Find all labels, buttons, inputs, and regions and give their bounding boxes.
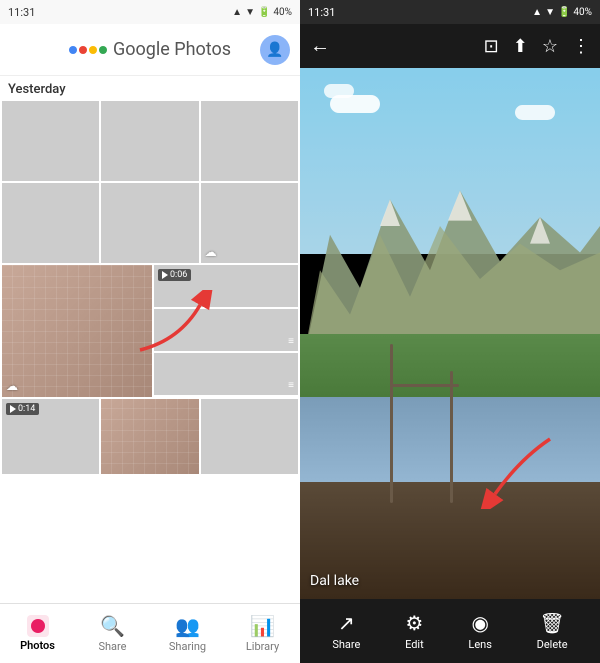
- boat-rail: [390, 344, 393, 503]
- logo-dots: [69, 46, 107, 54]
- boat-rail-2: [450, 371, 453, 504]
- header-right: ← ⊡ ⬆ ☆ ⋮: [300, 24, 600, 68]
- hamburger-icon-2: ≡: [288, 380, 294, 391]
- more-icon[interactable]: ⋮: [572, 36, 590, 57]
- nav-item-photos[interactable]: Photos: [0, 604, 75, 663]
- delete-label: Delete: [537, 638, 568, 651]
- nav-label-search: Share: [98, 640, 126, 653]
- wifi-icon: ▼: [245, 7, 255, 18]
- lens-icon: ◉: [471, 611, 488, 635]
- play-icon: [162, 271, 168, 279]
- row-b: ☁ 0:06 ≡ ≡: [0, 265, 300, 397]
- photo-cell-5[interactable]: [101, 183, 198, 263]
- nav-item-library[interactable]: 📊 Library: [225, 604, 300, 663]
- wifi-icon-right: ▼: [545, 7, 555, 18]
- sharing-nav-icon: 👥: [175, 614, 200, 638]
- photo-cell-lake-1[interactable]: 0:06: [154, 265, 298, 307]
- status-bar-left: 11:31 ▲ ▼ 🔋 40%: [0, 0, 300, 24]
- photo-cell-mountain[interactable]: ≡: [154, 309, 298, 351]
- nav-label-photos: Photos: [20, 639, 55, 652]
- avatar-button[interactable]: 👤: [260, 35, 290, 65]
- right-panel: 11:31 ▲ ▼ 🔋 40% ← ⊡ ⬆ ☆ ⋮: [300, 0, 600, 663]
- toolbar-delete[interactable]: 🗑 Delete: [537, 611, 568, 651]
- battery-percent-right: 40%: [573, 7, 592, 18]
- back-button[interactable]: ←: [310, 35, 330, 58]
- photos-nav-icon: [27, 615, 49, 637]
- photo-cell-1[interactable]: [2, 101, 99, 181]
- status-icons-left: ▲ ▼ 🔋 40%: [232, 7, 292, 18]
- photo-grid: Yesterday ☁ ☁ 0:06: [0, 76, 300, 603]
- logo-dot-green: [99, 46, 107, 54]
- header-left: Google Photos 👤: [0, 24, 300, 76]
- nav-item-sharing[interactable]: 👥 Sharing: [150, 604, 225, 663]
- photo-cell-8[interactable]: [101, 399, 198, 474]
- nav-item-search[interactable]: 🔍 Share: [75, 604, 150, 663]
- share-icon: ↗: [338, 611, 355, 635]
- nav-label-sharing: Sharing: [169, 640, 206, 653]
- hamburger-icon: ≡: [288, 336, 294, 347]
- cloud-icon: ☁: [205, 245, 217, 259]
- signal-icon: ▲: [232, 7, 242, 18]
- nav-bar: Photos 🔍 Share 👥 Sharing 📊 Library: [0, 603, 300, 663]
- photo-view-main[interactable]: Dal lake: [300, 68, 600, 599]
- app-title: Google Photos: [113, 39, 231, 60]
- photo-cell-3[interactable]: [201, 101, 298, 181]
- toolbar-share[interactable]: ↗ Share: [332, 611, 360, 651]
- share-label: Share: [332, 638, 360, 651]
- battery-icon-right: 🔋: [558, 7, 570, 18]
- signal-icon-right: ▲: [532, 7, 542, 18]
- bottom-toolbar: ↗ Share ⚙ Edit ◉ Lens 🗑 Delete: [300, 599, 600, 663]
- lake-photo: [300, 68, 600, 599]
- video-badge-1: 0:06: [158, 269, 191, 281]
- delete-icon: 🗑: [539, 611, 564, 635]
- status-bar-right: 11:31 ▲ ▼ 🔋 40%: [300, 0, 600, 24]
- date-label: Yesterday: [0, 76, 300, 101]
- photo-cell-7[interactable]: 0:14: [2, 399, 99, 474]
- edit-label: Edit: [405, 638, 424, 651]
- status-time-left: 11:31: [8, 6, 35, 19]
- logo-dot-red: [79, 46, 87, 54]
- status-time-right: 11:31: [308, 6, 335, 19]
- photo-label: Dal lake: [310, 573, 359, 589]
- library-nav-icon: 📊: [250, 614, 275, 638]
- lens-label: Lens: [468, 638, 492, 651]
- row-c: 0:14: [0, 399, 300, 476]
- cloud-2: [515, 105, 555, 120]
- left-panel: 11:31 ▲ ▼ 🔋 40% Google Photos 👤 Yesterda…: [0, 0, 300, 663]
- photos-icon-inner: [31, 619, 45, 633]
- boat-rail-h: [390, 384, 459, 387]
- cloud-icon-2: ☁: [6, 379, 18, 393]
- photo-cell-6[interactable]: ☁: [201, 183, 298, 263]
- logo-dot-yellow: [89, 46, 97, 54]
- row-a: [0, 101, 300, 183]
- nav-label-library: Library: [246, 640, 279, 653]
- toolbar-edit[interactable]: ⚙ Edit: [405, 611, 424, 651]
- photo-cell-lake-2[interactable]: ≡: [154, 353, 298, 395]
- star-icon[interactable]: ☆: [542, 36, 558, 57]
- photo-cell-4[interactable]: [2, 183, 99, 263]
- cast-icon[interactable]: ⊡: [484, 36, 499, 57]
- google-photos-logo: Google Photos: [69, 39, 231, 60]
- battery-icon: 🔋: [258, 7, 270, 18]
- status-icons-right: ▲ ▼ 🔋 40%: [532, 7, 592, 18]
- edit-icon: ⚙: [405, 611, 423, 635]
- photo-cell-2[interactable]: [101, 101, 198, 181]
- logo-dot-blue: [69, 46, 77, 54]
- row-a2: ☁: [0, 183, 300, 265]
- video-badge-2: 0:14: [6, 403, 39, 415]
- header-action-icons: ⊡ ⬆ ☆ ⋮: [484, 36, 590, 57]
- battery-percent-left: 40%: [273, 7, 292, 18]
- play-icon-2: [10, 405, 16, 413]
- upload-icon[interactable]: ⬆: [513, 36, 528, 57]
- photo-cell-9[interactable]: [201, 399, 298, 474]
- toolbar-lens[interactable]: ◉ Lens: [468, 611, 492, 651]
- cloud-1a: [324, 84, 354, 98]
- photo-cell-large[interactable]: ☁: [2, 265, 152, 397]
- search-nav-icon: 🔍: [100, 614, 125, 638]
- row-b-right: 0:06 ≡ ≡: [154, 265, 298, 395]
